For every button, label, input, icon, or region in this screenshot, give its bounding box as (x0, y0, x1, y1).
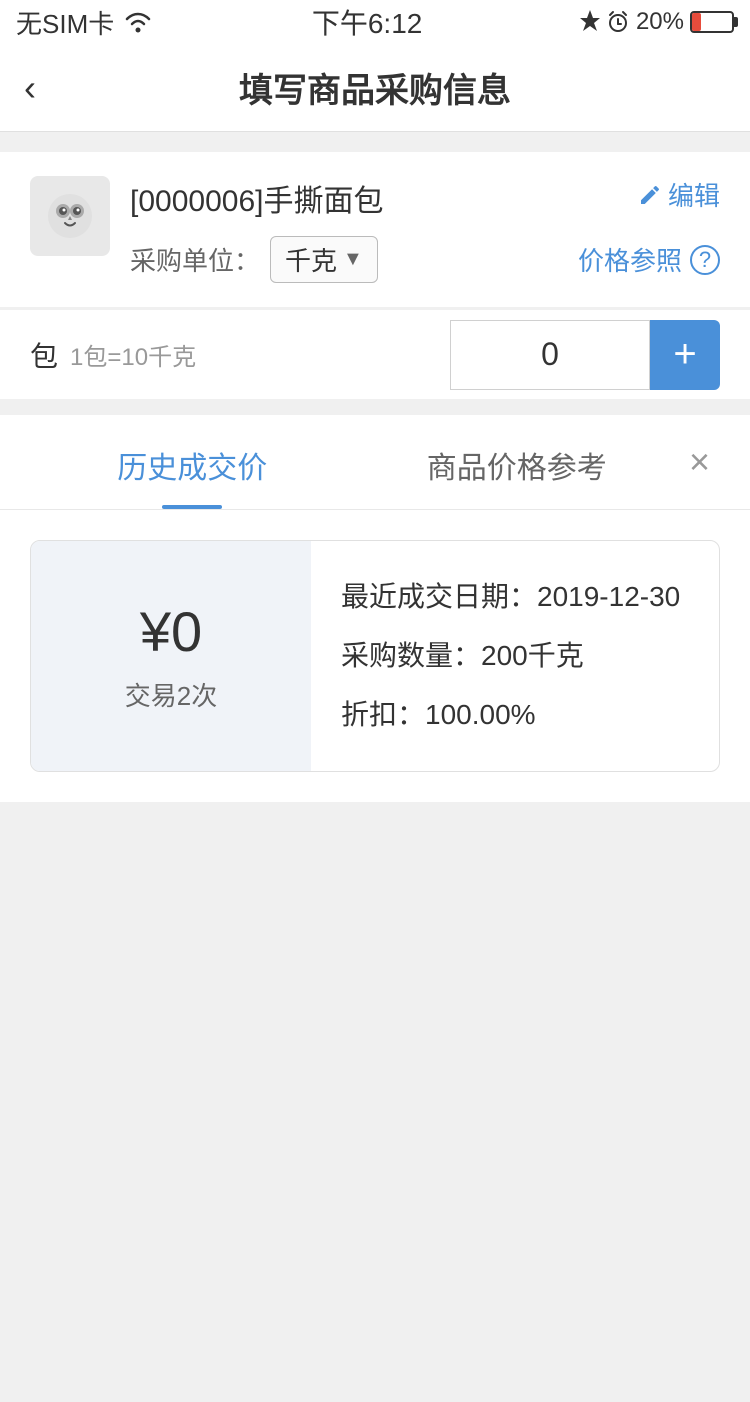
price-quantity-row: 采购数量：200千克 (341, 636, 689, 675)
price-record-card: ¥0 交易2次 最近成交日期：2019-12-30 采购数量：200千克 折扣：… (30, 540, 720, 772)
back-button[interactable]: ‹ (24, 67, 36, 109)
edit-label: 编辑 (668, 176, 720, 213)
quantity-label: 采购数量： (341, 640, 481, 671)
history-content: ¥0 交易2次 最近成交日期：2019-12-30 采购数量：200千克 折扣：… (0, 510, 750, 802)
status-right: 20% (580, 8, 734, 36)
price-discount-row: 折扣：100.00% (341, 695, 689, 734)
tab-product-price-ref[interactable]: 商品价格参考 (354, 415, 678, 509)
sim-label: 无SIM卡 (16, 4, 114, 41)
section-divider (0, 399, 750, 415)
owl-logo (45, 191, 95, 241)
edit-icon (638, 183, 662, 207)
dropdown-arrow-icon: ▼ (343, 248, 363, 271)
status-time: 下午6:12 (312, 2, 423, 42)
location-icon (580, 10, 600, 34)
wifi-icon (122, 11, 154, 33)
product-card: [0000006]手撕面包 采购单位： 千克 ▼ 编辑 价格参照 ? (0, 152, 750, 307)
page-title: 填写商品采购信息 (239, 63, 511, 112)
unit-value: 千克 (285, 241, 337, 278)
quantity-controls: + (450, 320, 720, 390)
price-ref-button[interactable]: 价格参照 ? (578, 241, 720, 278)
product-name: [0000006]手撕面包 (130, 176, 383, 220)
edit-button[interactable]: 编辑 (638, 176, 720, 213)
product-icon (30, 176, 110, 256)
date-label: 最近成交日期： (341, 581, 537, 612)
unit-label: 采购单位： (130, 241, 260, 278)
unit-dropdown[interactable]: 千克 ▼ (270, 236, 378, 283)
quantity-bar: 包 1包=10千克 + (0, 309, 750, 399)
battery-icon (690, 11, 734, 33)
status-left: 无SIM卡 (16, 4, 154, 41)
bottom-area (0, 802, 750, 1402)
date-value: 2019-12-30 (537, 581, 680, 612)
price-right-panel: 最近成交日期：2019-12-30 采购数量：200千克 折扣：100.00% (311, 541, 719, 771)
tab-history-price[interactable]: 历史成交价 (30, 415, 354, 509)
tabs-container: 历史成交价 商品价格参考 × (0, 415, 750, 510)
nav-bar: ‹ 填写商品采购信息 (0, 44, 750, 132)
discount-label: 折扣： (341, 699, 425, 730)
bag-label: 包 (30, 335, 58, 375)
price-amount: ¥0 (140, 599, 202, 664)
quantity-input[interactable] (450, 320, 650, 390)
price-left-panel: ¥0 交易2次 (31, 541, 311, 771)
help-icon: ? (690, 245, 720, 275)
price-date-row: 最近成交日期：2019-12-30 (341, 577, 689, 616)
battery-percentage: 20% (636, 8, 684, 36)
alarm-icon (606, 10, 630, 34)
quantity-plus-button[interactable]: + (650, 320, 720, 390)
bag-conversion: 1包=10千克 (70, 337, 196, 372)
tab-close-button[interactable]: × (679, 421, 720, 503)
price-ref-label: 价格参照 (578, 241, 682, 278)
trade-count: 交易2次 (125, 676, 217, 713)
status-bar: 无SIM卡 下午6:12 20% (0, 0, 750, 44)
quantity-value: 200千克 (481, 640, 584, 671)
product-info: [0000006]手撕面包 采购单位： 千克 ▼ (130, 176, 383, 283)
discount-value: 100.00% (425, 699, 536, 730)
